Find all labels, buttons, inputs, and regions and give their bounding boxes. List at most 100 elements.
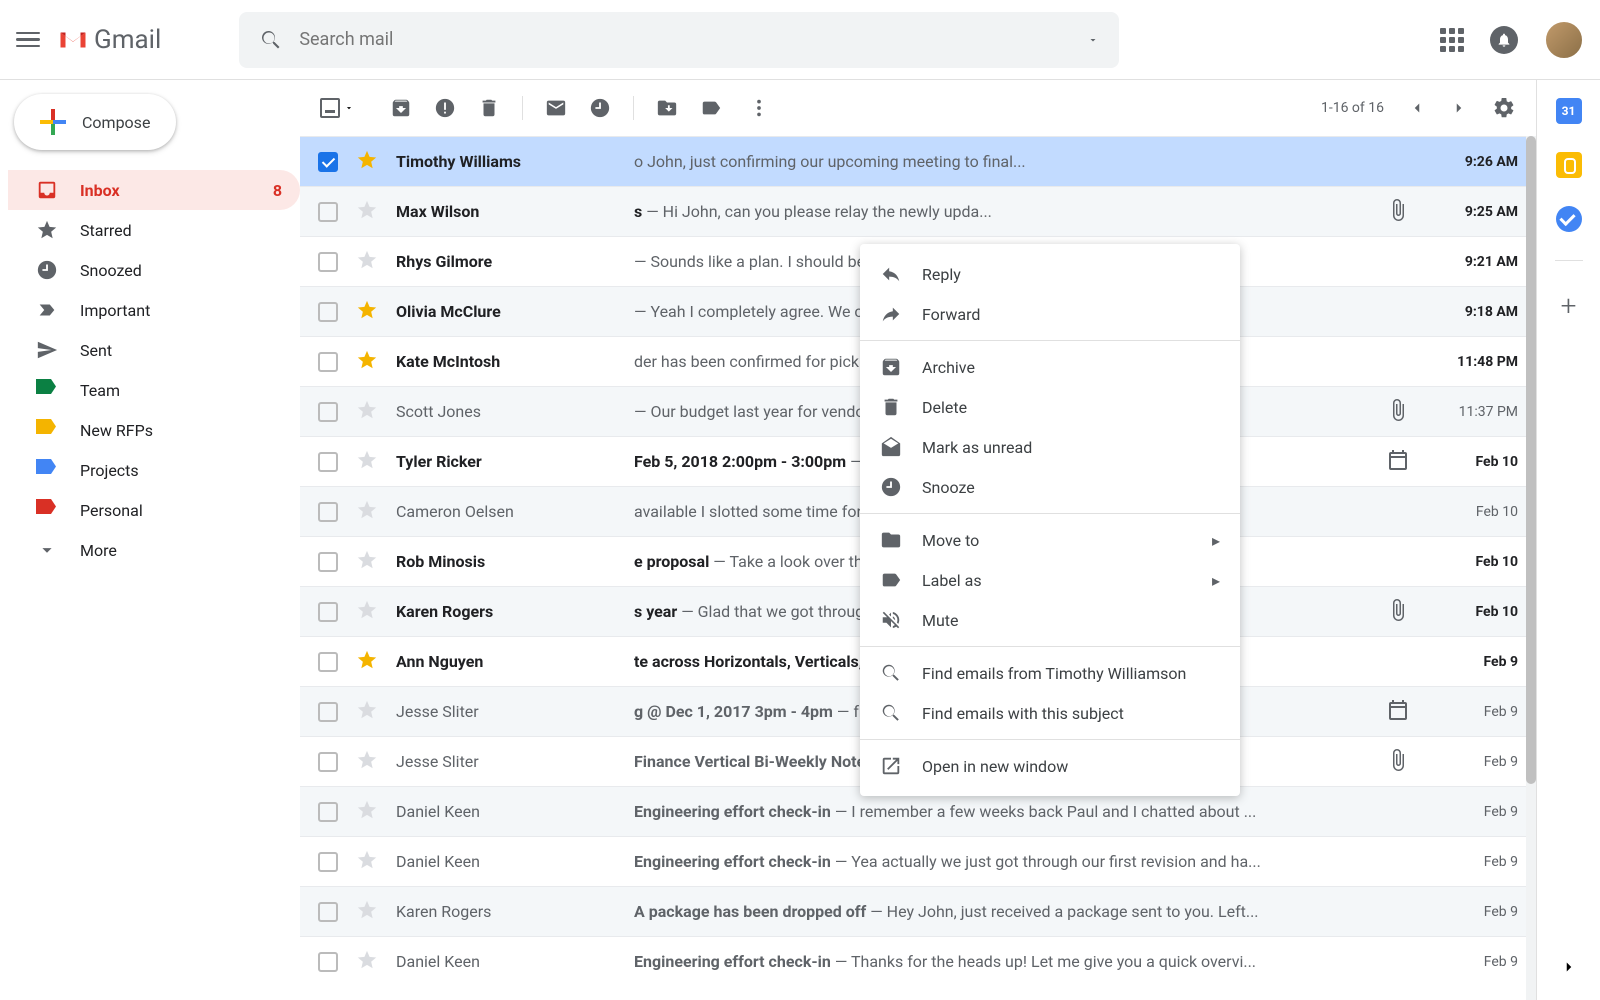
row-checkbox[interactable]	[318, 452, 338, 472]
sidebar-item-label: Personal	[80, 501, 143, 520]
sender: Daniel Keen	[396, 952, 616, 971]
mail-row[interactable]: Karen RogersA package has been dropped o…	[300, 886, 1536, 936]
main-menu-icon[interactable]	[16, 28, 40, 52]
archive-icon	[880, 356, 902, 378]
star-icon[interactable]	[356, 349, 378, 375]
star-icon[interactable]	[356, 849, 378, 875]
menu-reply[interactable]: Reply	[860, 254, 1240, 294]
row-checkbox[interactable]	[318, 352, 338, 372]
mark-unread-icon[interactable]	[545, 97, 567, 119]
star-icon[interactable]	[356, 949, 378, 975]
delete-icon[interactable]	[478, 97, 500, 119]
sidebar-item-important[interactable]: Important	[8, 290, 300, 330]
archive-icon[interactable]	[390, 97, 412, 119]
star-icon[interactable]	[356, 499, 378, 525]
mail-row[interactable]: Max Wilsons — Hi John, can you please re…	[300, 186, 1536, 236]
row-checkbox[interactable]	[318, 952, 338, 972]
menu-snooze[interactable]: Snooze	[860, 467, 1240, 507]
menu-open-window[interactable]: Open in new window	[860, 746, 1240, 786]
star-icon[interactable]	[356, 749, 378, 775]
row-checkbox[interactable]	[318, 402, 338, 422]
row-checkbox[interactable]	[318, 552, 338, 572]
plus-icon	[40, 109, 66, 135]
menu-find-subject[interactable]: Find emails with this subject	[860, 693, 1240, 733]
select-all-checkbox[interactable]	[320, 98, 354, 118]
row-checkbox[interactable]	[318, 852, 338, 872]
next-page-icon[interactable]	[1450, 99, 1468, 117]
keep-icon[interactable]	[1556, 152, 1582, 178]
menu-label-as[interactable]: Label as▸	[860, 560, 1240, 600]
sidebar-item-snoozed[interactable]: Snoozed	[8, 250, 300, 290]
mail-row[interactable]: Daniel KeenEngineering effort check-in —…	[300, 936, 1536, 986]
star-icon[interactable]	[356, 549, 378, 575]
search-dropdown-icon[interactable]	[1087, 34, 1099, 46]
row-checkbox[interactable]	[318, 702, 338, 722]
move-to-icon[interactable]	[656, 97, 678, 119]
prev-page-icon[interactable]	[1408, 99, 1426, 117]
menu-delete[interactable]: Delete	[860, 387, 1240, 427]
sender: Karen Rogers	[396, 602, 616, 621]
settings-icon[interactable]	[1492, 96, 1516, 120]
row-checkbox[interactable]	[318, 902, 338, 922]
menu-mark-unread[interactable]: Mark as unread	[860, 427, 1240, 467]
sidebar-item-team[interactable]: Team	[8, 370, 300, 410]
search-input[interactable]	[299, 29, 1099, 50]
label-icon	[36, 379, 58, 401]
menu-archive[interactable]: Archive	[860, 347, 1240, 387]
sidebar-item-starred[interactable]: Starred	[8, 210, 300, 250]
star-icon[interactable]	[356, 249, 378, 275]
row-checkbox[interactable]	[318, 152, 338, 172]
timestamp: Feb 9	[1428, 704, 1518, 720]
add-ons-icon[interactable]: +	[1561, 289, 1577, 322]
mail-row[interactable]: Daniel KeenEngineering effort check-in —…	[300, 836, 1536, 886]
sidebar-item-more[interactable]: More	[8, 530, 300, 570]
star-icon[interactable]	[356, 399, 378, 425]
star-icon[interactable]	[356, 699, 378, 725]
calendar-icon[interactable]	[1556, 98, 1582, 124]
star-icon[interactable]	[356, 899, 378, 925]
mail-row[interactable]: Timothy Williams o John, just confirming…	[300, 136, 1536, 186]
sidebar-item-new-rfps[interactable]: New RFPs	[8, 410, 300, 450]
row-checkbox[interactable]	[318, 652, 338, 672]
scrollbar[interactable]	[1526, 136, 1536, 1000]
compose-button[interactable]: Compose	[14, 94, 176, 150]
star-icon[interactable]	[356, 649, 378, 675]
account-avatar[interactable]	[1544, 20, 1584, 60]
row-checkbox[interactable]	[318, 752, 338, 772]
star-icon[interactable]	[356, 149, 378, 175]
menu-mute[interactable]: Mute	[860, 600, 1240, 640]
scrollbar-thumb[interactable]	[1526, 136, 1536, 784]
menu-find-from[interactable]: Find emails from Timothy Williamson	[860, 653, 1240, 693]
apps-icon[interactable]	[1440, 28, 1464, 52]
star-icon[interactable]	[356, 299, 378, 325]
row-checkbox[interactable]	[318, 302, 338, 322]
row-checkbox[interactable]	[318, 502, 338, 522]
snooze-icon[interactable]	[589, 97, 611, 119]
sidebar-item-projects[interactable]: Projects	[8, 450, 300, 490]
row-checkbox[interactable]	[318, 602, 338, 622]
row-checkbox[interactable]	[318, 202, 338, 222]
star-icon[interactable]	[356, 449, 378, 475]
label-icon[interactable]	[700, 97, 722, 119]
sender: Olivia McClure	[396, 302, 616, 321]
menu-forward[interactable]: Forward	[860, 294, 1240, 334]
star-icon	[36, 219, 58, 241]
chevron-right-icon[interactable]	[1560, 958, 1578, 976]
tasks-icon[interactable]	[1556, 206, 1582, 232]
row-checkbox[interactable]	[318, 252, 338, 272]
star-icon[interactable]	[356, 799, 378, 825]
notifications-icon[interactable]	[1490, 26, 1518, 54]
sidebar-item-sent[interactable]: Sent	[8, 330, 300, 370]
menu-move-to[interactable]: Move to▸	[860, 520, 1240, 560]
report-spam-icon[interactable]	[434, 97, 456, 119]
sidebar-item-label: Projects	[80, 461, 139, 480]
sidebar-item-inbox[interactable]: Inbox 8	[8, 170, 300, 210]
search-box[interactable]	[239, 12, 1119, 68]
sidebar-item-personal[interactable]: Personal	[8, 490, 300, 530]
star-icon[interactable]	[356, 599, 378, 625]
sender: Tyler Ricker	[396, 452, 616, 471]
more-icon[interactable]	[748, 97, 770, 119]
gmail-logo[interactable]: Gmail	[58, 25, 161, 55]
star-icon[interactable]	[356, 199, 378, 225]
row-checkbox[interactable]	[318, 802, 338, 822]
